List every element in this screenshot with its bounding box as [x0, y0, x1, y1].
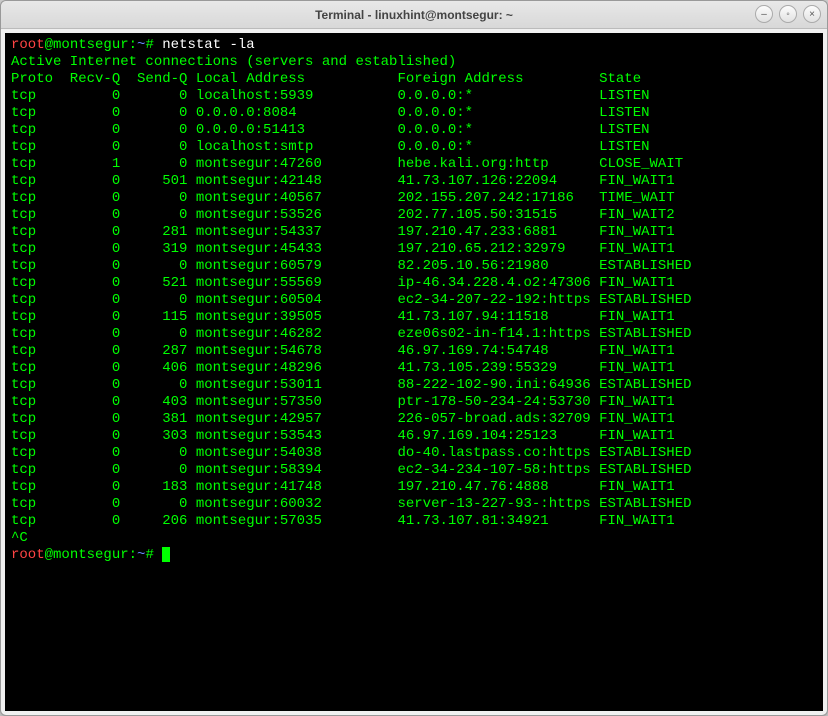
maximize-button[interactable]: ◦ — [779, 5, 797, 23]
connection-row: tcp 0 406 montsegur:48296 41.73.105.239:… — [11, 360, 817, 377]
prompt-user-2: root — [11, 547, 45, 563]
interrupt: ^C — [11, 530, 817, 547]
connection-row: tcp 0 0 0.0.0.0:8084 0.0.0.0:* LISTEN — [11, 105, 817, 122]
window-title: Terminal - linuxhint@montsegur: ~ — [315, 8, 513, 22]
connection-row: tcp 0 287 montsegur:54678 46.97.169.74:5… — [11, 343, 817, 360]
connection-row: tcp 0 0 montsegur:60504 ec2-34-207-22-19… — [11, 292, 817, 309]
prompt-host: montsegur — [53, 37, 129, 53]
connection-row: tcp 0 0 0.0.0.0:51413 0.0.0.0:* LISTEN — [11, 122, 817, 139]
connection-row: tcp 0 303 montsegur:53543 46.97.169.104:… — [11, 428, 817, 445]
connection-row: tcp 0 206 montsegur:57035 41.73.107.81:3… — [11, 513, 817, 530]
connection-row: tcp 0 281 montsegur:54337 197.210.47.233… — [11, 224, 817, 241]
connection-row: tcp 0 0 localhost:smtp 0.0.0.0:* LISTEN — [11, 139, 817, 156]
connection-row: tcp 0 0 montsegur:46282 eze06s02-in-f14.… — [11, 326, 817, 343]
connection-row: tcp 0 403 montsegur:57350 ptr-178-50-234… — [11, 394, 817, 411]
connection-row: tcp 0 0 montsegur:58394 ec2-34-234-107-5… — [11, 462, 817, 479]
connection-row: tcp 0 319 montsegur:45433 197.210.65.212… — [11, 241, 817, 258]
command-text: netstat -la — [162, 37, 254, 53]
window-controls: – ◦ × — [755, 5, 821, 23]
connection-row: tcp 0 0 montsegur:54038 do-40.lastpass.c… — [11, 445, 817, 462]
connection-row: tcp 1 0 montsegur:47260 hebe.kali.org:ht… — [11, 156, 817, 173]
cursor — [162, 547, 170, 562]
connection-row: tcp 0 0 montsegur:60032 server-13-227-93… — [11, 496, 817, 513]
prompt-user: root — [11, 37, 45, 53]
titlebar[interactable]: Terminal - linuxhint@montsegur: ~ – ◦ × — [1, 1, 827, 29]
connection-row: tcp 0 115 montsegur:39505 41.73.107.94:1… — [11, 309, 817, 326]
connection-row: tcp 0 183 montsegur:41748 197.210.47.76:… — [11, 479, 817, 496]
connection-row: tcp 0 381 montsegur:42957 226-057-broad.… — [11, 411, 817, 428]
header-line: Active Internet connections (servers and… — [11, 54, 817, 71]
connection-row: tcp 0 0 montsegur:53011 88-222-102-90.in… — [11, 377, 817, 394]
connection-row: tcp 0 521 montsegur:55569 ip-46.34.228.4… — [11, 275, 817, 292]
connection-row: tcp 0 0 montsegur:40567 202.155.207.242:… — [11, 190, 817, 207]
minimize-button[interactable]: – — [755, 5, 773, 23]
connection-row: tcp 0 501 montsegur:42148 41.73.107.126:… — [11, 173, 817, 190]
column-headers: Proto Recv-Q Send-Q Local Address Foreig… — [11, 71, 817, 88]
connection-row: tcp 0 0 montsegur:53526 202.77.105.50:31… — [11, 207, 817, 224]
connection-row: tcp 0 0 localhost:5939 0.0.0.0:* LISTEN — [11, 88, 817, 105]
terminal-output[interactable]: root@montsegur:~# netstat -laActive Inte… — [5, 33, 823, 711]
close-button[interactable]: × — [803, 5, 821, 23]
connection-row: tcp 0 0 montsegur:60579 82.205.10.56:219… — [11, 258, 817, 275]
terminal-window: Terminal - linuxhint@montsegur: ~ – ◦ × … — [0, 0, 828, 716]
